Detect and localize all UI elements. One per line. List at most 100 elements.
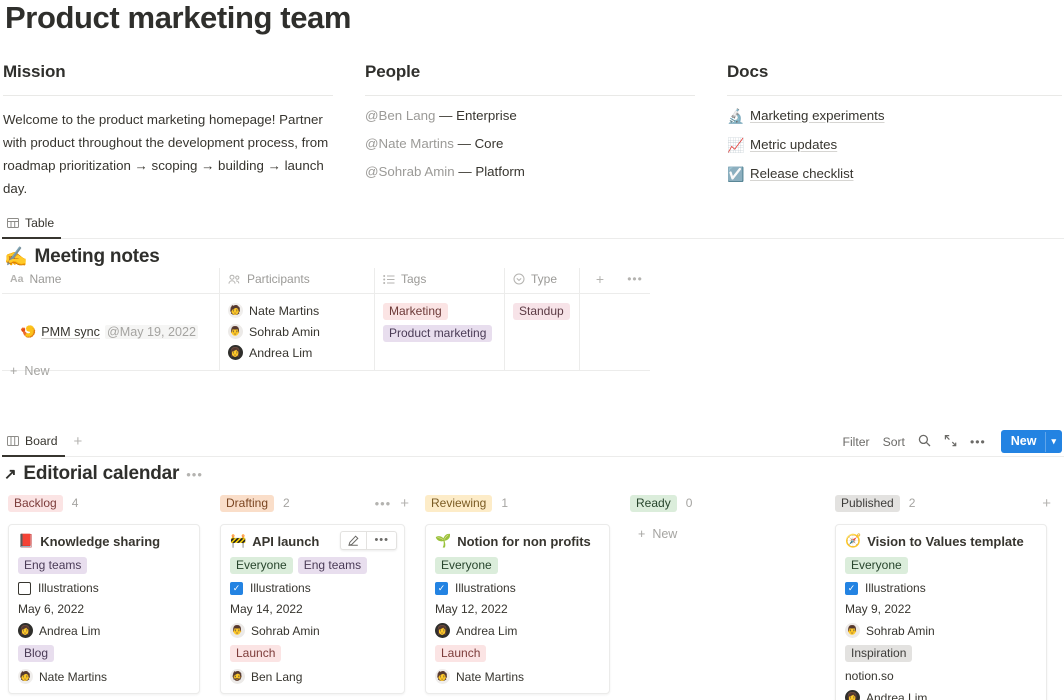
chevron-down-icon[interactable]: ▾ xyxy=(1045,432,1062,452)
card-person: 👨 Sohrab Amin xyxy=(845,623,1037,638)
tab-board[interactable]: Board xyxy=(2,430,65,457)
tag: Eng teams xyxy=(298,557,367,574)
person-mention[interactable]: @Nate Martins xyxy=(365,136,454,151)
card-tags-2: Launch xyxy=(230,645,395,662)
doc-link[interactable]: Release checklist xyxy=(750,165,853,183)
table-new-row-button[interactable]: + New xyxy=(2,358,58,384)
card-title: Knowledge sharing xyxy=(40,534,160,549)
docs-column: Docs 🔬 Marketing experiments 📈 Metric up… xyxy=(724,62,1064,200)
mission-divider xyxy=(3,95,333,96)
column-header-name[interactable]: Aa Name xyxy=(2,268,220,293)
filter-button[interactable]: Filter xyxy=(843,435,870,449)
shrimp-icon: 🍤 xyxy=(20,324,36,340)
construction-icon: 🚧 xyxy=(230,533,246,549)
participant: 👩 Andrea Lim xyxy=(228,345,366,360)
editorial-calendar-title: ↗ Editorial calendar ••• xyxy=(4,463,203,485)
column-header-type[interactable]: Type xyxy=(505,268,580,293)
notion-page: Product marketing team Mission Welcome t… xyxy=(0,0,1064,700)
add-view-button[interactable]: + xyxy=(74,433,83,454)
person-mention[interactable]: @Ben Lang xyxy=(365,108,435,123)
avatar: 👩 xyxy=(228,345,243,360)
avatar: 🧑 xyxy=(435,669,450,684)
row-tags-cell[interactable]: Marketing Product marketing xyxy=(375,294,505,370)
doc-link[interactable]: Marketing experiments xyxy=(750,107,885,125)
compass-icon: 🧭 xyxy=(845,533,861,549)
row-participants-cell[interactable]: 🧑 Nate Martins 👨 Sohrab Amin 👩 Andrea Li… xyxy=(220,294,375,370)
seedling-icon: 🌱 xyxy=(435,533,451,549)
person-multiple-icon xyxy=(228,274,241,285)
checkbox-checked-icon[interactable]: ✓ xyxy=(435,582,448,595)
participant: 👨 Sohrab Amin xyxy=(228,324,366,339)
row-spacer xyxy=(580,294,620,370)
avatar: 👨 xyxy=(845,623,860,638)
column-status-badge: Ready xyxy=(630,495,677,512)
board-column-ready: Ready 0 + New xyxy=(622,492,827,700)
card-date: May 6, 2022 xyxy=(18,602,190,616)
pencil-icon[interactable] xyxy=(341,532,366,549)
status-badge: Standup xyxy=(513,303,570,320)
select-icon xyxy=(513,273,525,285)
person-role: — Enterprise xyxy=(439,108,517,123)
card-person-2: 🧔 Ben Lang xyxy=(230,669,395,684)
board-card[interactable]: 📕 Knowledge sharing Eng teams Illustrati… xyxy=(8,524,200,694)
column-add-card-button[interactable]: + xyxy=(400,495,409,512)
expand-icon[interactable] xyxy=(944,434,957,450)
card-checkbox-row[interactable]: ✓ Illustrations xyxy=(435,581,600,595)
column-header-label: Participants xyxy=(247,272,310,286)
column-header[interactable]: Published 2 + xyxy=(827,492,1055,514)
column-header[interactable]: Ready 0 xyxy=(622,492,823,514)
column-header[interactable]: Reviewing 1 xyxy=(417,492,618,514)
card-person-2: 🧑 Nate Martins xyxy=(18,669,190,684)
sort-button[interactable]: Sort xyxy=(883,435,905,449)
doc-item[interactable]: 📈 Metric updates xyxy=(727,125,1036,154)
board-card[interactable]: 🌱 Notion for non profits Everyone ✓ Illu… xyxy=(425,524,610,694)
card-person-name: Andrea Lim xyxy=(456,624,517,638)
more-horizontal-icon[interactable]: ••• xyxy=(970,435,986,449)
card-url[interactable]: notion.so xyxy=(845,669,1037,683)
checkbox-label: Illustrations xyxy=(38,581,99,595)
card-checkbox-row[interactable]: Illustrations xyxy=(18,581,190,595)
table-more-button[interactable]: ••• xyxy=(620,268,650,293)
editorial-more-button[interactable]: ••• xyxy=(186,467,203,482)
checkbox-label: Illustrations xyxy=(455,581,516,595)
board-card[interactable]: ••• 🚧 API launch Everyone Eng teams ✓ Il… xyxy=(220,524,405,694)
row-title[interactable]: PMM sync xyxy=(41,325,100,339)
row-type-cell[interactable]: Standup xyxy=(505,294,580,370)
new-button[interactable]: New ▾ xyxy=(1001,430,1062,453)
avatar: 👩 xyxy=(435,623,450,638)
card-tags: Eng teams xyxy=(18,557,190,574)
row-date-mention[interactable]: @May 19, 2022 xyxy=(105,325,198,339)
checkbox-checked-icon[interactable]: ✓ xyxy=(845,582,858,595)
table-row[interactable]: 🍤 PMM sync @May 19, 2022 🧑 Nate Martins … xyxy=(2,294,650,371)
plus-icon: + xyxy=(638,527,645,541)
participant-name: Sohrab Amin xyxy=(249,325,320,339)
person-mention[interactable]: @Sohrab Amin xyxy=(365,164,455,179)
board-column-drafting: Drafting 2 ••• + ••• 🚧 API launch xyxy=(212,492,417,700)
checkbox-checked-icon[interactable]: ✓ xyxy=(230,582,243,595)
add-column-button[interactable]: + xyxy=(580,268,620,293)
search-icon[interactable] xyxy=(918,434,931,450)
card-checkbox-row[interactable]: ✓ Illustrations xyxy=(845,581,1037,595)
tag: Everyone xyxy=(230,557,293,574)
doc-item[interactable]: 🔬 Marketing experiments xyxy=(727,96,1036,125)
intro-columns: Mission Welcome to the product marketing… xyxy=(0,62,1064,200)
board-card[interactable]: 🧭 Vision to Values template Everyone ✓ I… xyxy=(835,524,1047,700)
column-header[interactable]: Backlog 4 xyxy=(0,492,208,514)
column-header[interactable]: Drafting 2 ••• + xyxy=(212,492,413,514)
tab-table[interactable]: Table xyxy=(2,212,61,239)
checkbox-unchecked-icon[interactable] xyxy=(18,582,31,595)
card-date: May 12, 2022 xyxy=(435,602,600,616)
doc-item[interactable]: ☑️ Release checklist xyxy=(727,154,1036,183)
card-person-name: Andrea Lim xyxy=(39,624,100,638)
card-checkbox-row[interactable]: ✓ Illustrations xyxy=(230,581,395,595)
column-header-participants[interactable]: Participants xyxy=(220,268,375,293)
mission-column: Mission Welcome to the product marketing… xyxy=(0,62,362,200)
column-add-card-button[interactable]: + xyxy=(1042,495,1051,512)
tag: Blog xyxy=(18,645,54,662)
column-header-tags[interactable]: Tags xyxy=(375,268,505,293)
more-horizontal-icon[interactable]: ••• xyxy=(366,532,396,549)
card-person-name: Sohrab Amin xyxy=(866,624,935,638)
column-more-button[interactable]: ••• xyxy=(375,496,392,511)
column-new-button[interactable]: + New xyxy=(630,524,823,544)
doc-link[interactable]: Metric updates xyxy=(750,136,837,154)
